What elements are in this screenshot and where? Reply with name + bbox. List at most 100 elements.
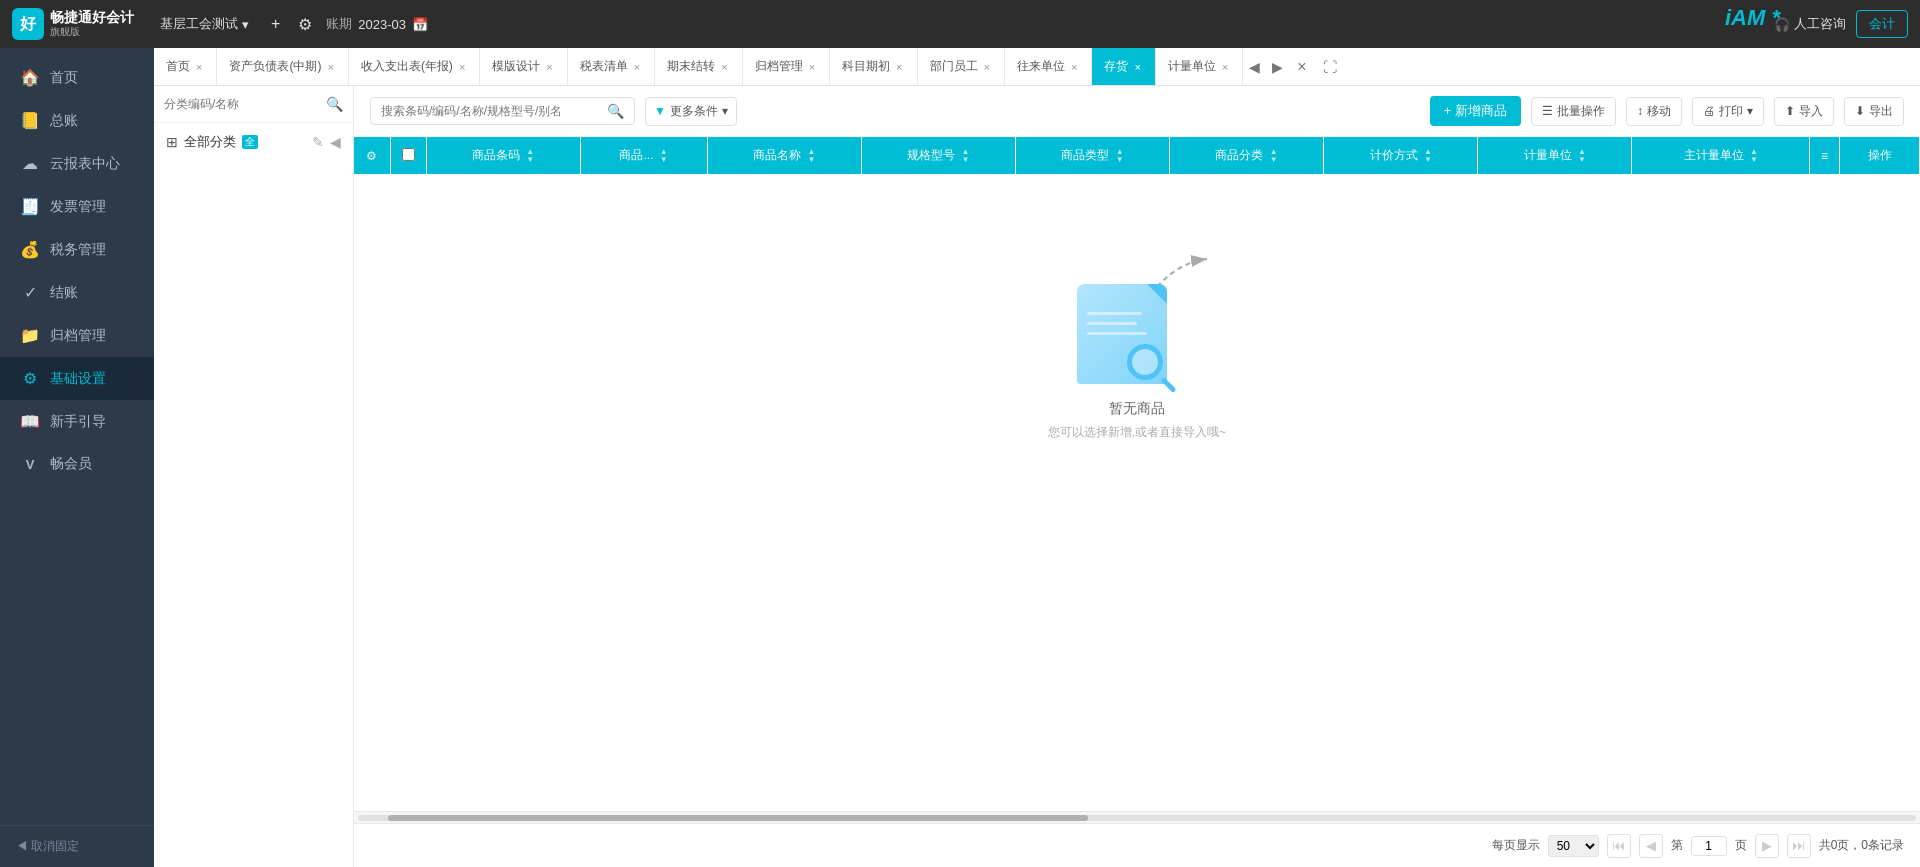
- th-code[interactable]: 商品... ▲▼: [580, 137, 707, 174]
- batch-operation-button[interactable]: ☰ 批量操作: [1531, 97, 1616, 126]
- per-page-select[interactable]: 50 10 20 100: [1548, 835, 1599, 857]
- tab-bar: 首页 × 资产负债表(中期) × 收入支出表(年报) × 模版设计 × 税表清单…: [154, 48, 1920, 86]
- tab-expand-button[interactable]: ⛶: [1315, 48, 1345, 86]
- sidebar-item-guide[interactable]: 📖 新手引导: [0, 400, 154, 443]
- more-filter-button[interactable]: ▼ 更多条件 ▾: [645, 97, 737, 126]
- tab-close-subject-init[interactable]: ×: [894, 60, 904, 74]
- tab-next-button[interactable]: ▶: [1266, 48, 1289, 86]
- tab-unit[interactable]: 计量单位 ×: [1156, 48, 1243, 86]
- th-category[interactable]: 商品分类 ▲▼: [1170, 137, 1324, 174]
- period-info: 账期 2023-03 📅: [326, 15, 428, 33]
- sidebar-item-settings[interactable]: ⚙ 基础设置: [0, 357, 154, 400]
- calendar-icon[interactable]: 📅: [412, 17, 428, 32]
- tab-subject-init[interactable]: 科目期初 ×: [830, 48, 917, 86]
- tab-balance-sheet[interactable]: 资产负债表(中期) ×: [217, 48, 348, 86]
- product-search-icon[interactable]: 🔍: [607, 103, 624, 119]
- th-unit[interactable]: 计量单位 ▲▼: [1478, 137, 1632, 174]
- category-collapse-icon[interactable]: ◀: [330, 134, 341, 150]
- add-product-button[interactable]: + 新增商品: [1430, 96, 1521, 126]
- th-settings[interactable]: ⚙: [354, 137, 390, 174]
- sidebar-item-invoice[interactable]: 🧾 发票管理: [0, 185, 154, 228]
- customer-service-btn[interactable]: 🎧 人工咨询: [1774, 15, 1846, 33]
- page-number-input[interactable]: [1691, 836, 1727, 856]
- th-type[interactable]: 商品类型 ▲▼: [1015, 137, 1169, 174]
- tab-contacts[interactable]: 往来单位 ×: [1005, 48, 1092, 86]
- tab-dept-staff[interactable]: 部门员工 ×: [918, 48, 1005, 86]
- tab-income-statement[interactable]: 收入支出表(年报) ×: [349, 48, 480, 86]
- export-label: 导出: [1869, 103, 1893, 120]
- tab-template-design[interactable]: 模版设计 ×: [480, 48, 567, 86]
- period-value: 2023-03: [358, 17, 406, 32]
- tab-close-home[interactable]: ×: [194, 60, 204, 74]
- print-label: 打印: [1719, 103, 1743, 120]
- th-barcode-label: 商品条码: [472, 148, 520, 162]
- tab-archive-mgmt[interactable]: 归档管理 ×: [743, 48, 830, 86]
- tab-label-unit: 计量单位: [1168, 58, 1216, 75]
- sidebar-unpin-button[interactable]: ◀ 取消固定: [0, 825, 154, 867]
- tab-close-contacts[interactable]: ×: [1069, 60, 1079, 74]
- tab-tax-list[interactable]: 税表清单 ×: [568, 48, 655, 86]
- th-spec[interactable]: 规格型号 ▲▼: [861, 137, 1015, 174]
- add-tab-button[interactable]: +: [267, 11, 284, 37]
- last-page-button[interactable]: ⏭: [1787, 834, 1811, 858]
- move-button[interactable]: ↕ 移动: [1626, 97, 1682, 126]
- category-all-label: 全部分类: [184, 133, 236, 151]
- sidebar-label-member: 畅会员: [50, 455, 92, 473]
- sidebar-item-reports[interactable]: ☁ 云报表中心: [0, 142, 154, 185]
- th-checkbox[interactable]: [390, 137, 426, 174]
- prev-page-button[interactable]: ◀: [1639, 834, 1663, 858]
- app-name: 畅捷通好会计: [50, 9, 134, 26]
- tab-close-dept-staff[interactable]: ×: [982, 60, 992, 74]
- table-body: 暂无商品 您可以选择新增,或者直接导入哦~: [354, 174, 1920, 521]
- tab-period-close[interactable]: 期末结转 ×: [655, 48, 742, 86]
- category-edit-icon[interactable]: ✎: [312, 134, 324, 150]
- sidebar-nav: 🏠 首页 📒 总账 ☁ 云报表中心 🧾 发票管理 💰 税务管理 ✓ 结账: [0, 48, 154, 825]
- select-all-checkbox[interactable]: [402, 148, 415, 161]
- tab-prev-button[interactable]: ◀: [1243, 48, 1266, 86]
- category-all-item[interactable]: ⊞ 全部分类 全 ✎ ◀: [154, 123, 353, 161]
- tab-inventory[interactable]: 存货 ×: [1092, 48, 1155, 86]
- tab-close-balance-sheet[interactable]: ×: [325, 60, 335, 74]
- tab-close-archive-mgmt[interactable]: ×: [807, 60, 817, 74]
- magnifier-icon: [1127, 344, 1177, 394]
- th-barcode[interactable]: 商品条码 ▲▼: [426, 137, 580, 174]
- toolbar: 🔍 ▼ 更多条件 ▾ + 新增商品 ☰ 批量操作 ↕ 移: [354, 86, 1920, 137]
- scrollbar-track[interactable]: [358, 815, 1916, 821]
- header-settings-button[interactable]: ⚙: [294, 11, 316, 38]
- tab-label-template-design: 模版设计: [492, 58, 540, 75]
- sidebar-item-checkout[interactable]: ✓ 结账: [0, 271, 154, 314]
- tab-close-inventory[interactable]: ×: [1132, 60, 1142, 74]
- sidebar-item-member[interactable]: V 畅会员: [0, 443, 154, 485]
- th-name[interactable]: 商品名称 ▲▼: [707, 137, 861, 174]
- import-button[interactable]: ⬆ 导入: [1774, 97, 1834, 126]
- scrollbar-thumb[interactable]: [388, 815, 1088, 821]
- sidebar-item-home[interactable]: 🏠 首页: [0, 56, 154, 99]
- sidebar-item-ledger[interactable]: 📒 总账: [0, 99, 154, 142]
- account-button[interactable]: 会计: [1856, 10, 1908, 38]
- sidebar-item-archive[interactable]: 📁 归档管理: [0, 314, 154, 357]
- sidebar-item-tax[interactable]: 💰 税务管理: [0, 228, 154, 271]
- tab-close-tax-list[interactable]: ×: [632, 60, 642, 74]
- tab-close-income-statement[interactable]: ×: [457, 60, 467, 74]
- th-col-menu[interactable]: ≡: [1810, 137, 1840, 174]
- th-name-label: 商品名称: [753, 148, 801, 162]
- category-search-icon[interactable]: 🔍: [326, 96, 343, 112]
- ledger-icon: 📒: [20, 111, 40, 130]
- th-pricing[interactable]: 计价方式 ▲▼: [1324, 137, 1478, 174]
- company-selector[interactable]: 基层工会测试 ▾: [152, 11, 257, 37]
- product-search-input[interactable]: [381, 104, 601, 118]
- first-page-button[interactable]: ⏮: [1607, 834, 1631, 858]
- barcode-sort-icons: ▲▼: [526, 148, 534, 164]
- export-button[interactable]: ⬇ 导出: [1844, 97, 1904, 126]
- tab-close-unit[interactable]: ×: [1220, 60, 1230, 74]
- horizontal-scrollbar[interactable]: [354, 811, 1920, 823]
- category-search-input[interactable]: [164, 97, 320, 111]
- next-page-button[interactable]: ▶: [1755, 834, 1779, 858]
- tab-close-template-design[interactable]: ×: [544, 60, 554, 74]
- print-button[interactable]: 🖨 打印 ▾: [1692, 97, 1764, 126]
- th-main-unit[interactable]: 主计量单位 ▲▼: [1632, 137, 1810, 174]
- tab-close-all-button[interactable]: ×: [1289, 48, 1314, 86]
- tab-home[interactable]: 首页 ×: [154, 48, 217, 86]
- tab-close-period-close[interactable]: ×: [719, 60, 729, 74]
- th-code-label: 商品...: [619, 148, 653, 162]
